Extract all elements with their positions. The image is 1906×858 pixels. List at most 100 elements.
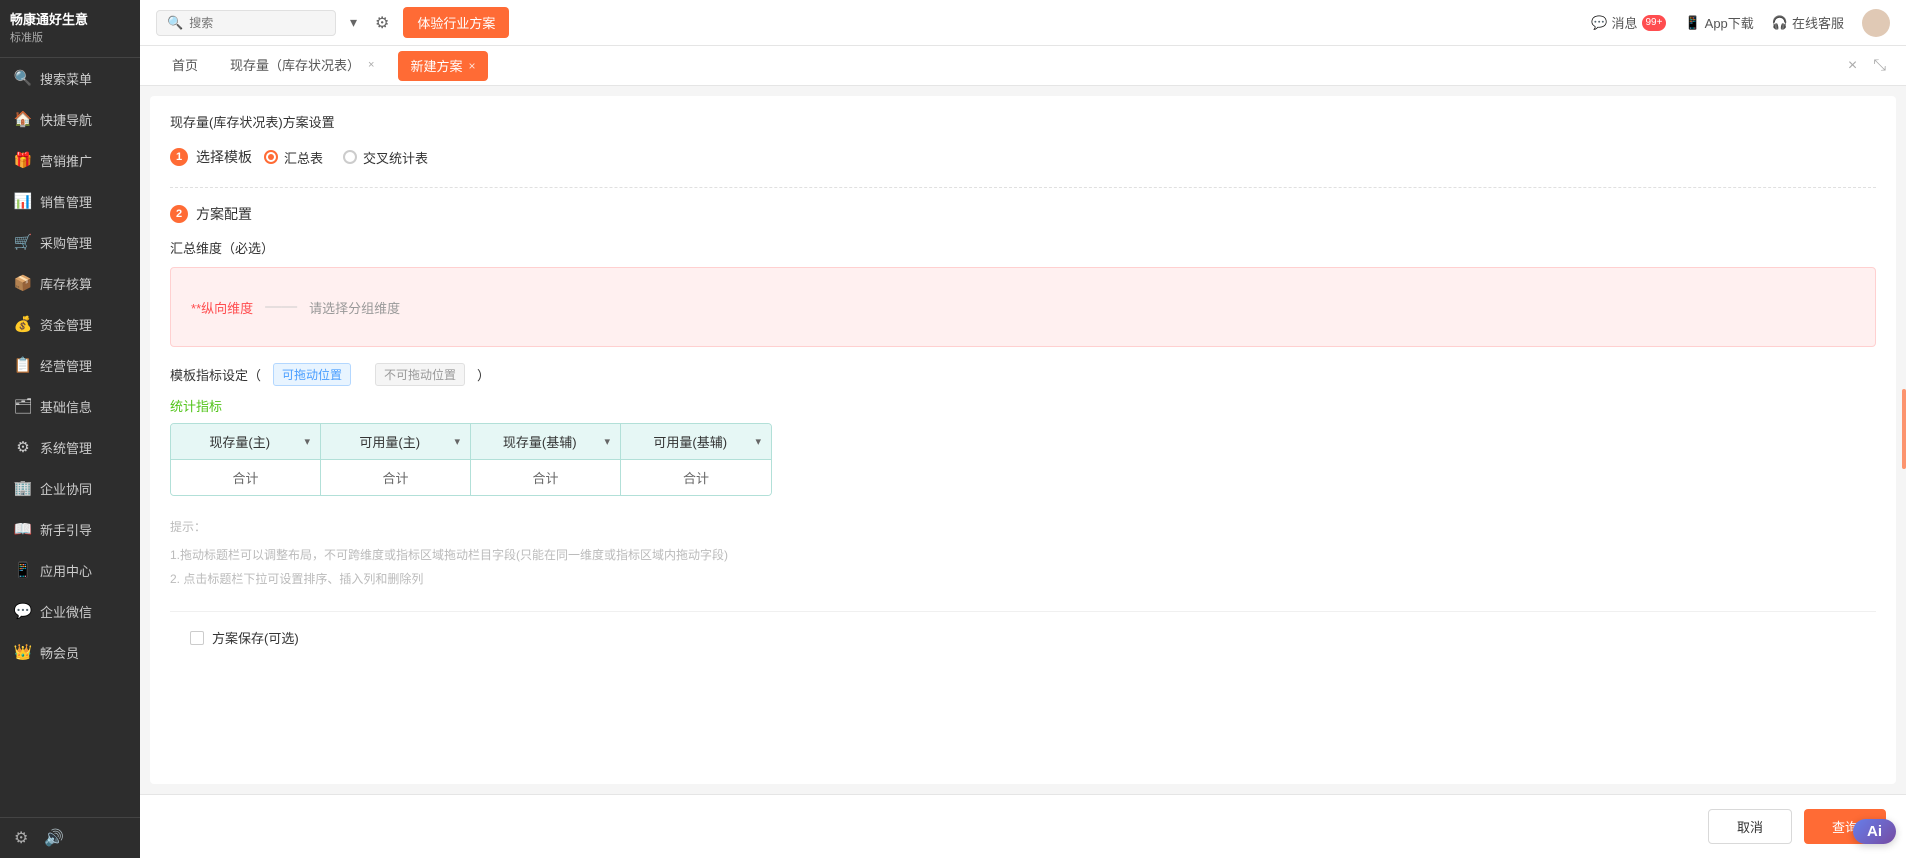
stats-body-cell-3: 合计 (621, 460, 771, 495)
save-checkbox[interactable] (190, 631, 204, 645)
sidebar-item-label: 采购管理 (40, 233, 92, 252)
sidebar-item-enterprise-wechat[interactable]: 💬 企业微信 (0, 591, 140, 632)
search-input[interactable] (189, 16, 319, 30)
stats-body-cell-1: 合计 (321, 460, 471, 495)
sidebar-bottom: ⚙ 🔊 (0, 817, 140, 858)
user-avatar[interactable] (1862, 9, 1890, 37)
sidebar-item-label: 销售管理 (40, 192, 92, 211)
app-edition: 标准版 (10, 29, 130, 45)
tab-new-plan[interactable]: 新建方案 × (398, 51, 487, 81)
message-label: 消息 (1611, 13, 1637, 32)
tips-item-0: 1.拖动标题栏可以调整布局，不可跨维度或指标区域拖动栏目字段(只能在同一维度或指… (170, 543, 1876, 567)
app-download-button[interactable]: 📱 App下载 (1684, 13, 1753, 32)
stats-col-arrow-3[interactable]: ▾ (755, 435, 761, 448)
stats-col-header-2[interactable]: 现存量(基辅) ▾ (471, 424, 621, 459)
divider-1 (170, 187, 1876, 188)
stats-col-label-0: 现存量(主) (181, 432, 298, 451)
stats-col-label-3: 可用量(基辅) (631, 432, 749, 451)
sidebar-item-enterprise[interactable]: 🏢 企业协同 (0, 468, 140, 509)
sidebar-item-finance[interactable]: 💰 资金管理 (0, 304, 140, 345)
sidebar-item-quick-nav[interactable]: 🏠 快捷导航 (0, 99, 140, 140)
tab-new-plan-label: 新建方案 (410, 56, 462, 75)
indicators-label: 模板指标设定（ 可拖动位置 不可拖动位置 ） (170, 363, 1876, 386)
non-draggable-tag: 不可拖动位置 (375, 363, 465, 386)
sidebar-item-label: 资金管理 (40, 315, 92, 334)
topbar: 🔍 ▾ ⚙ 体验行业方案 💬 消息 99+ 📱 App下载 🎧 在线客服 (140, 0, 1906, 46)
sidebar-item-operation[interactable]: 📋 经营管理 (0, 345, 140, 386)
sidebar-item-marketing[interactable]: 🎁 营销推广 (0, 140, 140, 181)
sidebar-item-inventory[interactable]: 📦 库存核算 (0, 263, 140, 304)
chart-icon: 📊 (14, 192, 32, 210)
sidebar-logo: 畅康通好生意 标准版 (0, 0, 140, 58)
sidebar-item-label: 企业微信 (40, 602, 92, 621)
tabs-expand-icon[interactable]: ⤡ (1869, 53, 1890, 79)
tabs-collapse-icon[interactable]: × (1844, 53, 1861, 79)
stats-table: 现存量(主) ▾ 可用量(主) ▾ 现存量(基辅) ▾ (170, 423, 772, 496)
dimension-area[interactable]: **纵向维度 —— 请选择分组维度 (170, 267, 1876, 347)
sidebar-item-label: 系统管理 (40, 438, 92, 457)
stats-body-cell-2: 合计 (471, 460, 621, 495)
ai-badge[interactable]: Ai (1853, 819, 1896, 844)
radio-cross[interactable]: 交叉统计表 (343, 148, 428, 167)
tab-new-close-icon[interactable]: × (468, 59, 475, 73)
step2-header: 2 方案配置 (170, 204, 1876, 224)
stats-table-body: 合计 合计 合计 合计 (171, 460, 771, 495)
stats-col-arrow-0[interactable]: ▾ (304, 435, 310, 448)
step1-section: 1 选择模板 汇总表 交叉统计表 (170, 147, 1876, 167)
topbar-gear-icon[interactable]: ⚙ (371, 9, 393, 37)
headset-icon: 🎧 (1772, 15, 1788, 31)
stats-table-header: 现存量(主) ▾ 可用量(主) ▾ 现存量(基辅) ▾ (171, 424, 771, 460)
settings-bottom-icon[interactable]: ⚙ (14, 828, 28, 848)
trial-button[interactable]: 体验行业方案 (403, 7, 509, 38)
sidebar-item-app-center[interactable]: 📱 应用中心 (0, 550, 140, 591)
radio-summary[interactable]: 汇总表 (264, 148, 323, 167)
step1-title: 选择模板 (196, 147, 252, 167)
audio-bottom-icon[interactable]: 🔊 (44, 828, 64, 848)
tips-section: 提示： 1.拖动标题栏可以调整布局，不可跨维度或指标区域拖动栏目字段(只能在同一… (170, 515, 1876, 591)
tab-home[interactable]: 首页 (156, 46, 214, 86)
tab-inventory-status[interactable]: 现存量（库存状况表） × (214, 46, 392, 86)
stats-col-header-3[interactable]: 可用量(基辅) ▾ (621, 424, 771, 459)
mobile-icon: 📱 (14, 561, 32, 579)
page-title: 现存量(库存状况表)方案设置 (170, 112, 1876, 131)
sidebar-item-system[interactable]: ⚙ 系统管理 (0, 427, 140, 468)
stats-col-arrow-2[interactable]: ▾ (604, 435, 610, 448)
dropdown-arrow-icon[interactable]: ▾ (346, 10, 361, 35)
tabs-right-actions: × ⤡ (1844, 53, 1890, 79)
save-option: 方案保存(可选) (170, 611, 1876, 663)
sidebar-item-purchase[interactable]: 🛒 采购管理 (0, 222, 140, 263)
clipboard-icon: 📋 (14, 356, 32, 374)
content-area: 现存量(库存状况表)方案设置 1 选择模板 汇总表 交叉统计表 (140, 86, 1906, 794)
step1-badge: 1 (170, 148, 188, 166)
summary-dimension-section: 汇总维度（必选） **纵向维度 —— 请选择分组维度 (170, 238, 1876, 347)
chat-icon: 💬 (14, 602, 32, 620)
sidebar-item-label: 新手引导 (40, 520, 92, 539)
indicators-config: 模板指标设定（ 可拖动位置 不可拖动位置 ） 统计指标 现存量(主) (170, 363, 1876, 591)
sidebar-item-label: 搜索菜单 (40, 69, 92, 88)
save-label: 方案保存(可选) (212, 628, 299, 647)
topbar-search-box[interactable]: 🔍 (156, 10, 336, 36)
stats-col-header-1[interactable]: 可用量(主) ▾ (321, 424, 471, 459)
cancel-button[interactable]: 取消 (1708, 809, 1792, 844)
stats-col-label-1: 可用量(主) (331, 432, 448, 451)
footer: 取消 查询 (140, 794, 1906, 858)
stats-col-arrow-1[interactable]: ▾ (454, 435, 460, 448)
gear-icon: ⚙ (14, 438, 32, 456)
tips-title: 提示： (170, 515, 1876, 539)
dimension-placeholder: 请选择分组维度 (309, 298, 400, 317)
tab-inventory-close-icon[interactable]: × (366, 57, 376, 73)
online-service-button[interactable]: 🎧 在线客服 (1772, 13, 1844, 32)
sidebar-item-label: 快捷导航 (40, 110, 92, 129)
sidebar-item-member[interactable]: 👑 畅会员 (0, 632, 140, 673)
crown-icon: 👑 (14, 643, 32, 661)
sidebar-item-search[interactable]: 🔍 搜索菜单 (0, 58, 140, 99)
sidebar-item-new-guide[interactable]: 📖 新手引导 (0, 509, 140, 550)
sidebar-item-basic-info[interactable]: 🗂 基础信息 (0, 386, 140, 427)
message-button[interactable]: 💬 消息 99+ (1591, 13, 1666, 32)
summary-dimension-label: 汇总维度（必选） (170, 238, 1876, 257)
box-icon: 📦 (14, 274, 32, 292)
radio-summary-label: 汇总表 (284, 148, 323, 167)
template-options: 汇总表 交叉统计表 (260, 148, 432, 167)
sidebar-item-sales[interactable]: 📊 销售管理 (0, 181, 140, 222)
stats-col-header-0[interactable]: 现存量(主) ▾ (171, 424, 321, 459)
